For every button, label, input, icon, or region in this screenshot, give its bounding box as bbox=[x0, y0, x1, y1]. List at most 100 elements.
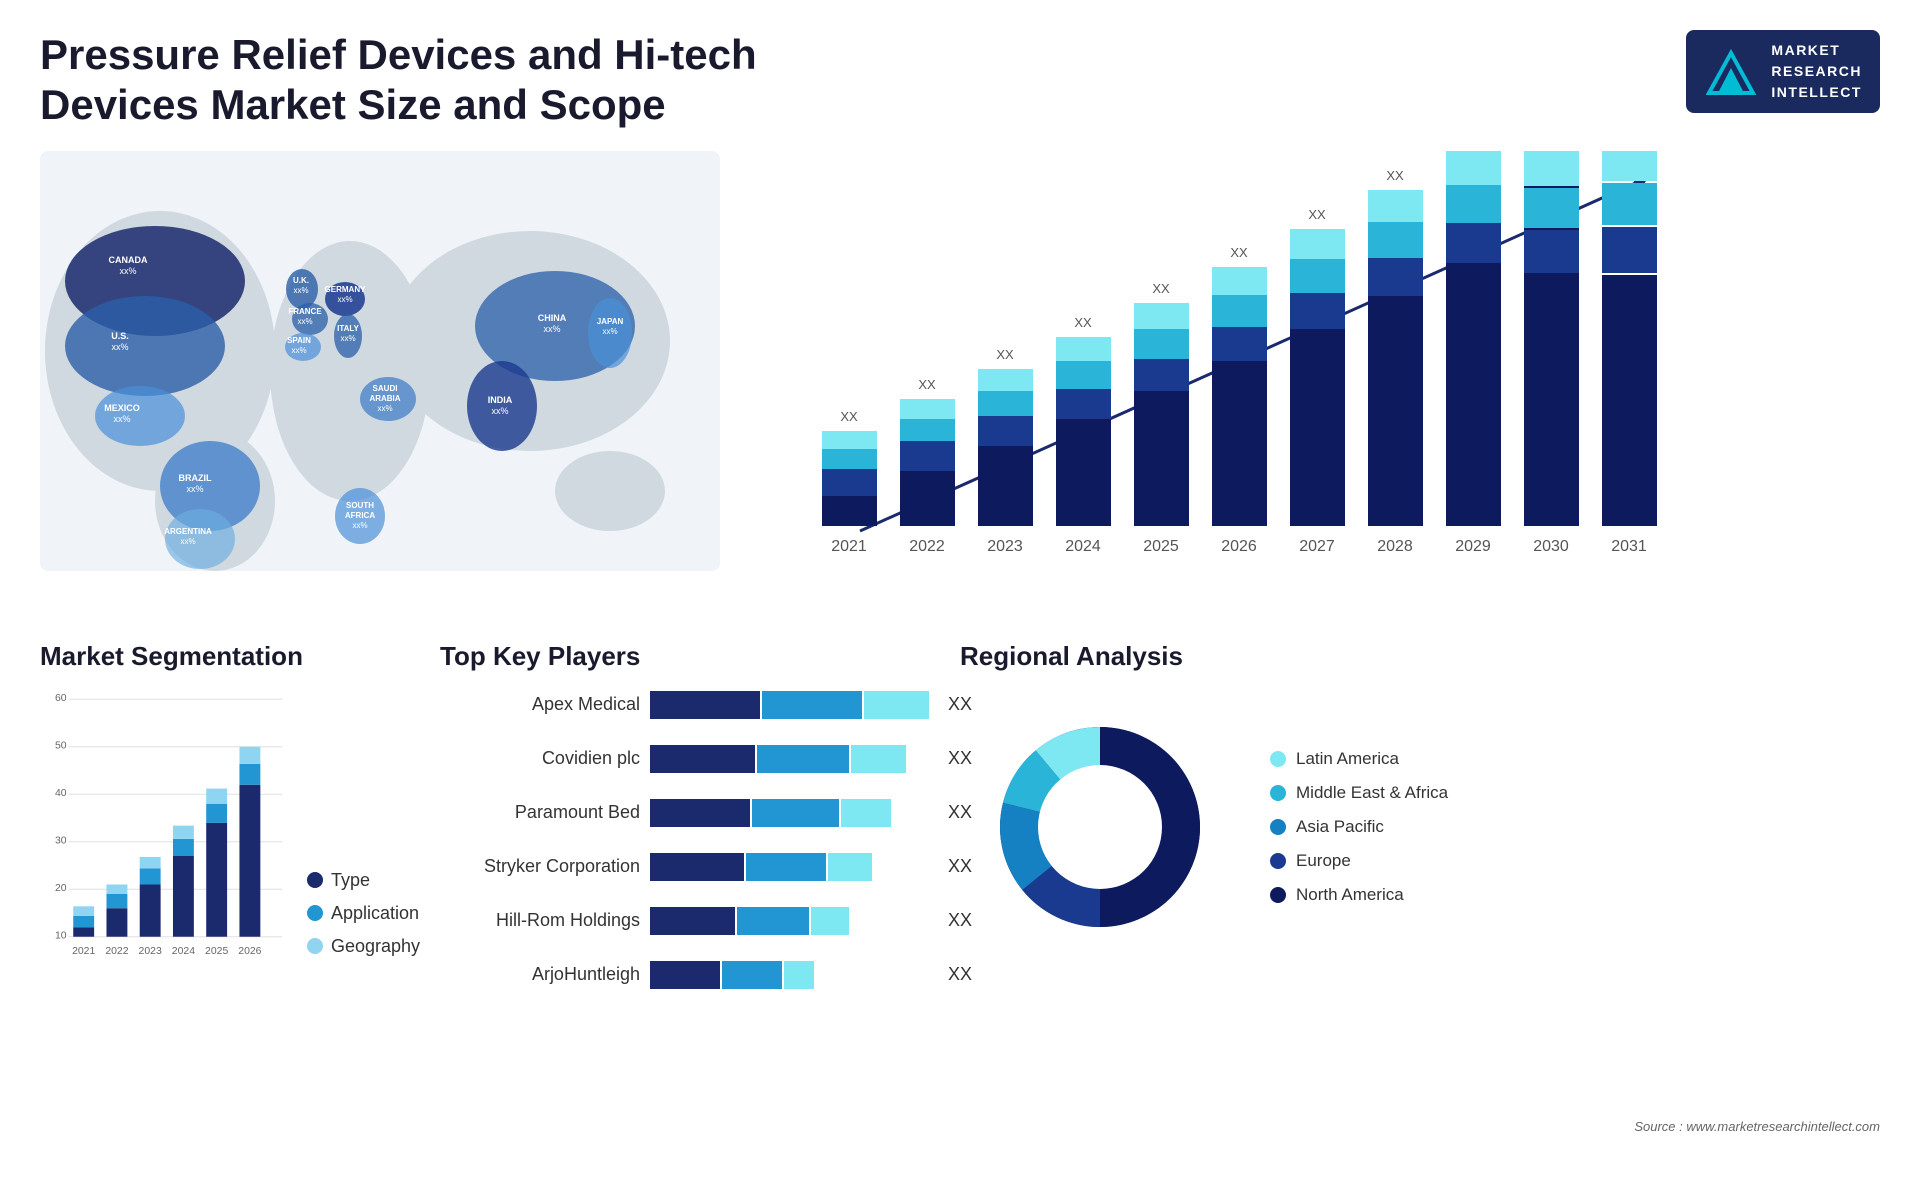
svg-text:JAPAN: JAPAN bbox=[597, 317, 624, 326]
svg-text:2026: 2026 bbox=[1221, 538, 1257, 555]
logo-line3: INTELLECT bbox=[1771, 82, 1862, 103]
svg-text:SAUDI: SAUDI bbox=[373, 384, 398, 393]
player-row: Hill-Rom Holdings XX bbox=[440, 903, 940, 939]
svg-text:2025: 2025 bbox=[1143, 538, 1179, 555]
svg-text:xx%: xx% bbox=[111, 342, 128, 352]
svg-text:CANADA: CANADA bbox=[109, 255, 148, 265]
page-header: Pressure Relief Devices and Hi-tech Devi… bbox=[0, 0, 1920, 141]
legend-asia-pacific: Asia Pacific bbox=[1270, 817, 1448, 837]
svg-text:AFRICA: AFRICA bbox=[345, 511, 375, 520]
mea-dot bbox=[1270, 785, 1286, 801]
svg-text:XX: XX bbox=[1230, 245, 1248, 260]
world-map: CANADA xx% U.S. xx% MEXICO xx% BRAZIL xx… bbox=[40, 151, 720, 571]
logo-area: MARKET RESEARCH INTELLECT bbox=[1686, 30, 1880, 113]
svg-text:2027: 2027 bbox=[1299, 538, 1335, 555]
source-text: Source : www.marketresearchintellect.com bbox=[1634, 1119, 1880, 1134]
svg-text:40: 40 bbox=[55, 788, 67, 799]
players-list: Apex Medical XX Covidien plc bbox=[440, 687, 940, 993]
regional-legend: Latin America Middle East & Africa Asia … bbox=[1270, 749, 1448, 905]
segmentation-chart: 60 50 40 30 20 10 bbox=[40, 687, 287, 987]
page-title: Pressure Relief Devices and Hi-tech Devi… bbox=[40, 30, 790, 131]
player-bar bbox=[650, 687, 930, 723]
svg-text:2021: 2021 bbox=[72, 946, 95, 957]
legend-type: Type bbox=[307, 870, 420, 891]
svg-text:2022: 2022 bbox=[105, 946, 128, 957]
svg-text:2024: 2024 bbox=[172, 946, 195, 957]
svg-text:xx%: xx% bbox=[377, 404, 392, 413]
svg-text:20: 20 bbox=[55, 883, 67, 894]
svg-text:xx%: xx% bbox=[602, 327, 617, 336]
player-row: Stryker Corporation XX bbox=[440, 849, 940, 885]
svg-text:XX: XX bbox=[918, 377, 936, 392]
svg-text:2025: 2025 bbox=[205, 946, 228, 957]
svg-text:2022: 2022 bbox=[909, 538, 945, 555]
player-row: Apex Medical XX bbox=[440, 687, 940, 723]
type-label: Type bbox=[331, 870, 370, 891]
geography-dot bbox=[307, 938, 323, 954]
players-title: Top Key Players bbox=[440, 641, 940, 672]
donut-area: Latin America Middle East & Africa Asia … bbox=[960, 687, 1880, 967]
geography-label: Geography bbox=[331, 936, 420, 957]
latin-america-label: Latin America bbox=[1296, 749, 1399, 769]
logo-icon bbox=[1704, 48, 1759, 96]
svg-text:50: 50 bbox=[55, 740, 67, 751]
svg-text:ITALY: ITALY bbox=[337, 324, 359, 333]
svg-text:SOUTH: SOUTH bbox=[346, 501, 374, 510]
svg-text:2028: 2028 bbox=[1377, 538, 1413, 555]
svg-text:XX: XX bbox=[1308, 207, 1326, 222]
bar-chart-section: XX 2021 XX 2022 XX 2023 bbox=[740, 151, 1880, 621]
players-section: Top Key Players Apex Medical XX Covidien… bbox=[440, 641, 940, 1191]
player-row: ArjoHuntleigh XX bbox=[440, 957, 940, 993]
player-name: Covidien plc bbox=[440, 748, 640, 769]
logo-line2: RESEARCH bbox=[1771, 61, 1862, 82]
svg-text:xx%: xx% bbox=[119, 266, 136, 276]
europe-label: Europe bbox=[1296, 851, 1351, 871]
north-america-label: North America bbox=[1296, 885, 1404, 905]
player-bar bbox=[650, 849, 930, 885]
player-name: Hill-Rom Holdings bbox=[440, 910, 640, 931]
svg-text:xx%: xx% bbox=[186, 484, 203, 494]
svg-text:CHINA: CHINA bbox=[538, 313, 567, 323]
north-america-dot bbox=[1270, 887, 1286, 903]
svg-text:2023: 2023 bbox=[139, 946, 162, 957]
player-bar bbox=[650, 741, 930, 777]
svg-text:10: 10 bbox=[55, 930, 67, 941]
player-name: ArjoHuntleigh bbox=[440, 964, 640, 985]
svg-text:2023: 2023 bbox=[987, 538, 1023, 555]
legend-middle-east-africa: Middle East & Africa bbox=[1270, 783, 1448, 803]
map-section: CANADA xx% U.S. xx% MEXICO xx% BRAZIL xx… bbox=[40, 151, 720, 621]
svg-text:2021: 2021 bbox=[831, 538, 867, 555]
player-name: Apex Medical bbox=[440, 694, 640, 715]
svg-text:xx%: xx% bbox=[352, 521, 367, 530]
player-bar bbox=[650, 903, 930, 939]
logo-line1: MARKET bbox=[1771, 40, 1862, 61]
svg-text:60: 60 bbox=[55, 693, 67, 704]
mea-label: Middle East & Africa bbox=[1296, 783, 1448, 803]
donut-chart bbox=[960, 687, 1240, 967]
svg-text:GERMANY: GERMANY bbox=[325, 285, 367, 294]
svg-text:XX: XX bbox=[1152, 281, 1170, 296]
svg-text:XX: XX bbox=[1074, 315, 1092, 330]
svg-text:xx%: xx% bbox=[491, 406, 508, 416]
svg-text:MEXICO: MEXICO bbox=[104, 403, 140, 413]
svg-text:30: 30 bbox=[55, 835, 67, 846]
player-row: Covidien plc XX bbox=[440, 741, 940, 777]
svg-text:2024: 2024 bbox=[1065, 538, 1101, 555]
type-dot bbox=[307, 872, 323, 888]
svg-text:BRAZIL: BRAZIL bbox=[179, 473, 212, 483]
bar-chart-container: XX 2021 XX 2022 XX 2023 bbox=[760, 151, 1880, 571]
legend-latin-america: Latin America bbox=[1270, 749, 1448, 769]
svg-text:XX: XX bbox=[840, 409, 858, 424]
svg-text:xx%: xx% bbox=[340, 334, 355, 343]
svg-text:ARGENTINA: ARGENTINA bbox=[164, 527, 212, 536]
europe-dot bbox=[1270, 853, 1286, 869]
player-name: Stryker Corporation bbox=[440, 856, 640, 877]
player-name: Paramount Bed bbox=[440, 802, 640, 823]
segmentation-legend: Type Application Geography bbox=[307, 870, 420, 987]
latin-america-dot bbox=[1270, 751, 1286, 767]
svg-text:2029: 2029 bbox=[1455, 538, 1491, 555]
svg-text:2030: 2030 bbox=[1533, 538, 1569, 555]
bottom-section: Market Segmentation 60 50 40 30 20 10 bbox=[0, 621, 1920, 1201]
asia-pacific-dot bbox=[1270, 819, 1286, 835]
segmentation-title: Market Segmentation bbox=[40, 641, 420, 672]
